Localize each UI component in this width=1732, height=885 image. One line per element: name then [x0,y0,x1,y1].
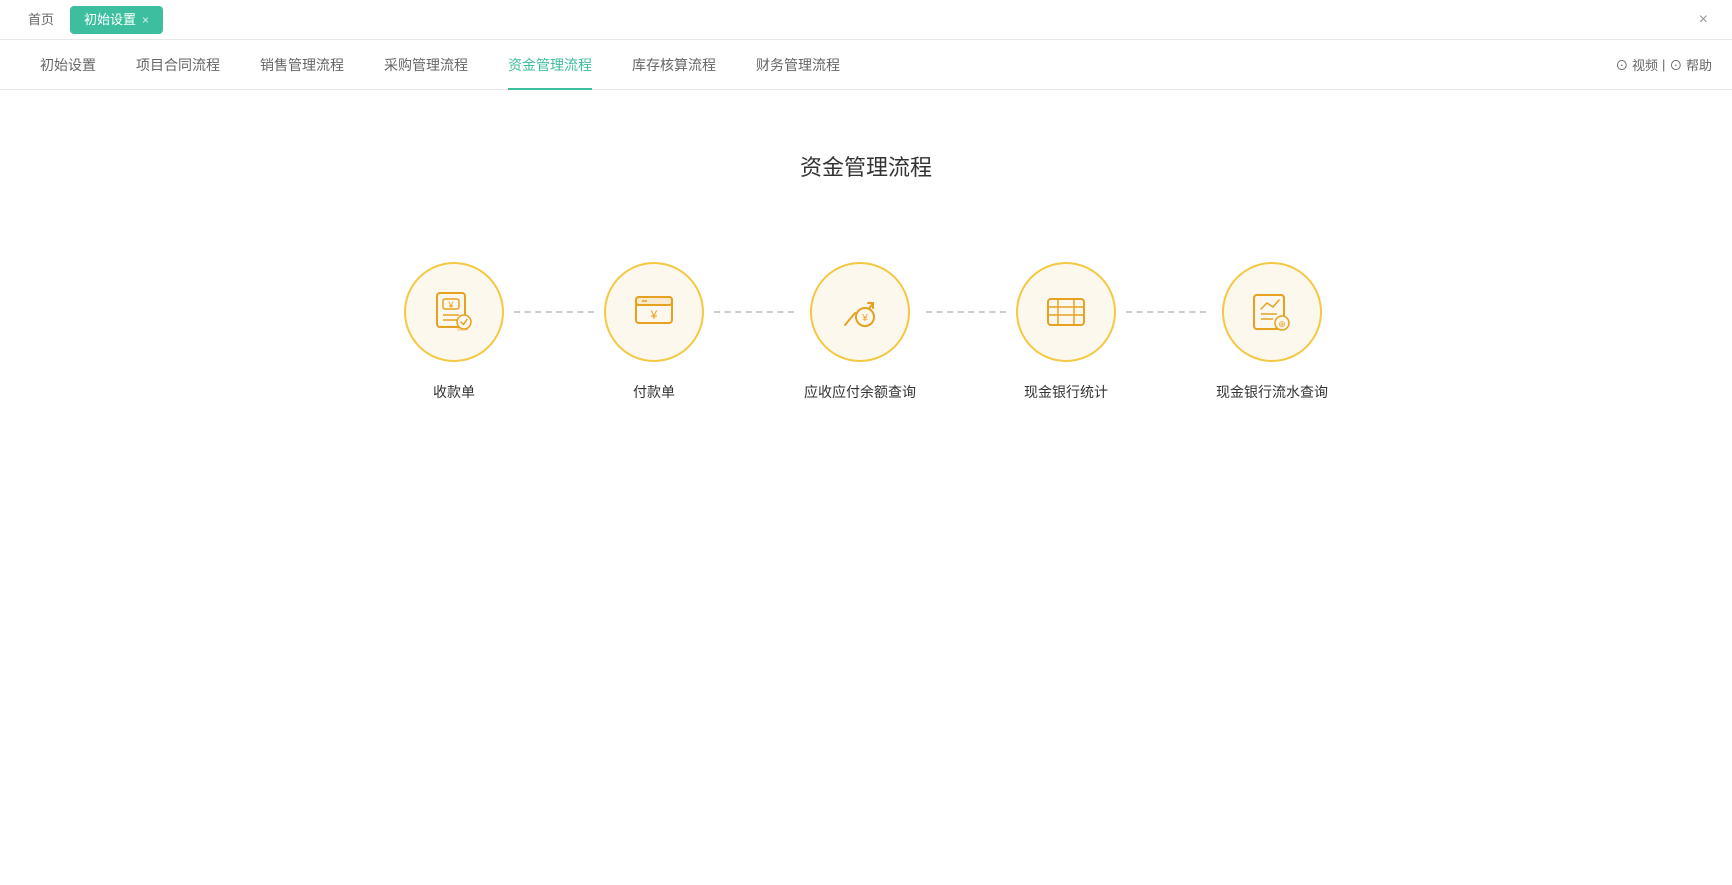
window-close-button[interactable]: × [1691,11,1716,29]
nav-item-purchase[interactable]: 采购管理流程 [364,40,488,90]
connector-2 [714,311,794,353]
help-link[interactable]: ⊙ 帮助 [1669,55,1712,74]
cashflow-icon-circle: ⊕ [1222,262,1322,362]
nav-item-finance[interactable]: 财务管理流程 [736,40,860,90]
nav-item-initial[interactable]: 初始设置 [20,40,116,90]
balance-label: 应收应付余额查询 [804,382,916,402]
flow-item-payment[interactable]: ¥ 付款单 [604,262,704,402]
connector-3 [926,311,1006,353]
flow-item-cashflow[interactable]: ⊕ 现金银行流水查询 [1216,262,1328,402]
nav-item-capital[interactable]: 资金管理流程 [488,40,612,90]
payment-icon: ¥ [629,287,679,337]
video-link[interactable]: ⊙ 视频 [1615,55,1658,74]
page-title: 资金管理流程 [800,150,932,182]
nav-separator: | [1662,57,1665,72]
top-bar: 首页 初始设置 × × [0,0,1732,40]
balance-icon: ¥ [835,287,885,337]
receipt-label: 收款单 [433,382,475,402]
svg-text:¥: ¥ [447,300,454,310]
cashbank-icon-circle [1016,262,1116,362]
top-bar-right: × [1691,11,1716,29]
svg-text:¥: ¥ [650,308,658,322]
receipt-icon: ¥ [429,287,479,337]
nav-item-inventory[interactable]: 库存核算流程 [612,40,736,90]
home-tab[interactable]: 首页 [16,0,66,40]
connector-1 [514,311,594,353]
nav-right: ⊙ 视频 | ⊙ 帮助 [1615,55,1712,74]
receipt-icon-circle: ¥ [404,262,504,362]
cashflow-icon: ⊕ [1247,287,1297,337]
active-tab[interactable]: 初始设置 × [70,6,163,34]
tab-close-icon[interactable]: × [142,6,149,34]
balance-icon-circle: ¥ [810,262,910,362]
payment-label: 付款单 [633,382,675,402]
nav-bar: 初始设置 项目合同流程 销售管理流程 采购管理流程 资金管理流程 库存核算流程 … [0,40,1732,90]
svg-text:⊕: ⊕ [1278,319,1286,329]
cashbank-label: 现金银行统计 [1024,382,1108,402]
svg-text:¥: ¥ [861,313,868,324]
cashflow-label: 现金银行流水查询 [1216,382,1328,402]
flow-item-receipt[interactable]: ¥ 收款单 [404,262,504,402]
active-tab-label: 初始设置 [84,6,136,34]
cashbank-icon [1041,287,1091,337]
connector-4 [1126,311,1206,353]
main-content: 资金管理流程 ¥ 收款单 [0,90,1732,885]
flow-item-balance[interactable]: ¥ 应收应付余额查询 [804,262,916,402]
flow-row: ¥ 收款单 ¥ [404,262,1328,402]
flow-item-cashbank[interactable]: 现金银行统计 [1016,262,1116,402]
payment-icon-circle: ¥ [604,262,704,362]
nav-item-sales[interactable]: 销售管理流程 [240,40,364,90]
nav-item-project[interactable]: 项目合同流程 [116,40,240,90]
